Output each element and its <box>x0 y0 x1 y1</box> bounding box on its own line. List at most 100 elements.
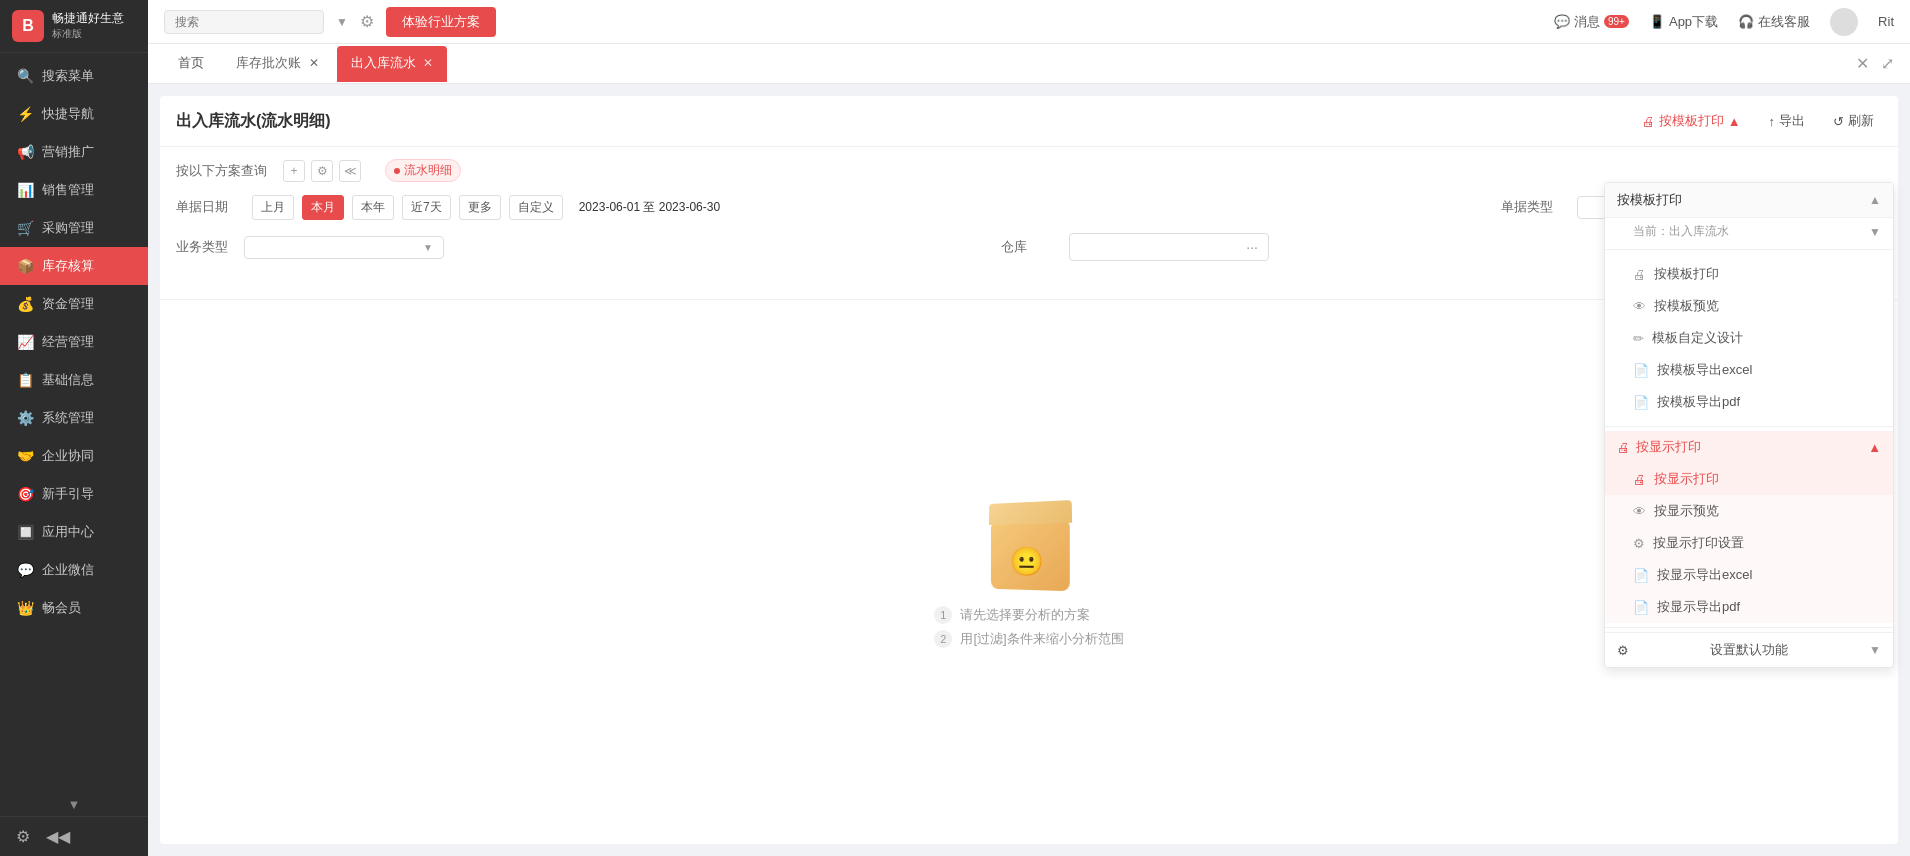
dropdown-collapse-icon[interactable]: ▲ <box>1869 193 1881 207</box>
dropdown-template-pdf-btn[interactable]: 📄 按模板导出pdf <box>1605 386 1893 418</box>
flow-detail-tag[interactable]: 流水明细 <box>385 159 461 182</box>
display-print-section-header[interactable]: 🖨 按显示打印 ▲ <box>1605 431 1893 463</box>
dropdown-display-excel-btn[interactable]: 📄 按显示导出excel <box>1605 559 1893 591</box>
sidebar-item-basic-info[interactable]: 📋 基础信息 <box>0 361 148 399</box>
print-dropdown-panel: 按模板打印 ▲ 当前：出入库流水 ▼ 🖨 按模板打印 👁 按模板预览 <box>1604 182 1894 668</box>
warehouse-more-icon[interactable]: ··· <box>1246 239 1258 255</box>
tab-inout-flow[interactable]: 出入库流水 ✕ <box>337 46 448 82</box>
date-last-month-button[interactable]: 上月 <box>252 195 294 220</box>
sidebar-item-cooperation[interactable]: 🤝 企业协同 <box>0 437 148 475</box>
collapse-filter-button[interactable]: ≪ <box>339 160 361 182</box>
settings-bottom-icon[interactable]: ⚙ <box>16 827 30 846</box>
sidebar-item-sales[interactable]: 📊 销售管理 <box>0 171 148 209</box>
printer-icon: 🖨 <box>1642 114 1655 129</box>
money-icon: 💰 <box>16 296 34 312</box>
template-preview-item-label: 按模板预览 <box>1654 297 1719 315</box>
clipboard-icon: 📋 <box>16 372 34 388</box>
sidebar-item-guide[interactable]: 🎯 新手引导 <box>0 475 148 513</box>
refresh-button[interactable]: ↺ 刷新 <box>1825 108 1882 134</box>
dropdown-template-excel-btn[interactable]: 📄 按模板导出excel <box>1605 354 1893 386</box>
sidebar-item-wechat[interactable]: 💬 企业微信 <box>0 551 148 589</box>
empty-tips: 1 请先选择要分析的方案 2 用[过滤]条件来缩小分析范围 <box>934 606 1123 654</box>
topbar-dropdown-arrow[interactable]: ▼ <box>336 15 348 29</box>
dropdown-display-preview-btn[interactable]: 👁 按显示预览 <box>1605 495 1893 527</box>
headset-icon: 🎧 <box>1738 14 1754 29</box>
date-last-7-days-button[interactable]: 近7天 <box>402 195 451 220</box>
export-label: 导出 <box>1779 112 1805 130</box>
main-content: ▼ ⚙ 体验行业方案 💬 消息 99+ 📱 App下载 🎧 在线客服 Rit 首… <box>148 0 1910 856</box>
flow-tag-label: 流水明细 <box>404 162 452 179</box>
date-more-button[interactable]: 更多 <box>459 195 501 220</box>
megaphone-icon: 📢 <box>16 144 34 160</box>
printer-display-icon: 🖨 <box>1633 472 1646 487</box>
dropdown-divider-3 <box>1605 627 1893 628</box>
date-this-month-button[interactable]: 本月 <box>302 195 344 220</box>
tab-inventory-batch[interactable]: 库存批次账 ✕ <box>222 46 333 82</box>
business-type-arrow: ▼ <box>423 242 433 253</box>
warehouse-select[interactable]: ··· <box>1069 233 1269 261</box>
add-filter-button[interactable]: + <box>283 160 305 182</box>
dropdown-display-pdf-btn[interactable]: 📄 按显示导出pdf <box>1605 591 1893 623</box>
industry-solution-button[interactable]: 体验行业方案 <box>386 7 496 37</box>
sidebar-item-search[interactable]: 🔍 搜索菜单 <box>0 57 148 95</box>
collapse-sidebar-icon[interactable]: ◀◀ <box>46 827 70 846</box>
dropdown-template-preview-btn[interactable]: 👁 按模板预览 <box>1605 290 1893 322</box>
current-chevron-icon: ▼ <box>1869 225 1881 239</box>
sidebar-item-vip[interactable]: 👑 畅会员 <box>0 589 148 627</box>
dropdown-template-print-btn[interactable]: 🖨 按模板打印 <box>1605 258 1893 290</box>
sidebar-item-apps[interactable]: 🔲 应用中心 <box>0 513 148 551</box>
sidebar-item-label: 基础信息 <box>42 371 94 389</box>
online-service-button[interactable]: 🎧 在线客服 <box>1738 13 1810 31</box>
message-badge: 99+ <box>1604 15 1629 28</box>
app-download-button[interactable]: 📱 App下载 <box>1649 13 1718 31</box>
dropdown-display-print-settings-btn[interactable]: ⚙ 按显示打印设置 <box>1605 527 1893 559</box>
topbar-gear-icon[interactable]: ⚙ <box>360 12 374 31</box>
gear-icon: ⚙️ <box>16 410 34 426</box>
sidebar-item-inventory[interactable]: 📦 库存核算 <box>0 247 148 285</box>
sidebar-scroll-down[interactable]: ▼ <box>0 793 148 816</box>
config-filter-button[interactable]: ⚙ <box>311 160 333 182</box>
dropdown-footer[interactable]: ⚙ 设置默认功能 ▼ <box>1605 632 1893 667</box>
eye-template-icon: 👁 <box>1633 299 1646 314</box>
sidebar-item-quick-nav[interactable]: ⚡ 快捷导航 <box>0 95 148 133</box>
empty-illustration: 😐 <box>979 490 1079 590</box>
display-print-section-icon: 🖨 <box>1617 440 1630 455</box>
set-default-label: 设置默认功能 <box>1710 641 1788 659</box>
expand-window-icon[interactable]: ⤢ <box>1881 54 1894 73</box>
display-print-settings-item-label: 按显示打印设置 <box>1653 534 1744 552</box>
trend-icon: 📈 <box>16 334 34 350</box>
message-button[interactable]: 💬 消息 99+ <box>1554 13 1629 31</box>
date-this-year-button[interactable]: 本年 <box>352 195 394 220</box>
dropdown-display-print-btn[interactable]: 🖨 按显示打印 <box>1605 463 1893 495</box>
close-window-icon[interactable]: ✕ <box>1856 54 1869 73</box>
template-print-item-label: 按模板打印 <box>1654 265 1719 283</box>
sidebar-item-system[interactable]: ⚙️ 系统管理 <box>0 399 148 437</box>
dropdown-current-row: 当前：出入库流水 ▼ <box>1605 218 1893 245</box>
sidebar-nav: 🔍 搜索菜单 ⚡ 快捷导航 📢 营销推广 📊 销售管理 🛒 采购管理 📦 库存核… <box>0 53 148 793</box>
topbar-search-input[interactable] <box>164 10 324 34</box>
sidebar-item-label: 销售管理 <box>42 181 94 199</box>
dropdown-template-custom-btn[interactable]: ✏ 模板自定义设计 <box>1605 322 1893 354</box>
dropdown-header: 按模板打印 ▲ <box>1605 183 1893 218</box>
display-print-collapse-icon[interactable]: ▲ <box>1868 440 1881 455</box>
display-print-section: 🖨 按显示打印 ▲ 🖨 按显示打印 👁 按显示预览 ⚙ 按显示打印设置 <box>1605 431 1893 623</box>
tab-home[interactable]: 首页 <box>164 46 218 82</box>
business-type-select[interactable]: ▼ <box>244 236 444 259</box>
sidebar-item-label: 新手引导 <box>42 485 94 503</box>
export-button[interactable]: ↑ 导出 <box>1761 108 1814 134</box>
tab-inout-flow-close[interactable]: ✕ <box>423 56 433 70</box>
date-custom-button[interactable]: 自定义 <box>509 195 563 220</box>
filter-row-1: 按以下方案查询 + ⚙ ≪ 流水明细 <box>176 159 1882 182</box>
sidebar-item-purchase[interactable]: 🛒 采购管理 <box>0 209 148 247</box>
print-template-button[interactable]: 🖨 按模板打印 ▲ <box>1634 108 1749 134</box>
sidebar-item-operations[interactable]: 📈 经营管理 <box>0 323 148 361</box>
sidebar-item-finance[interactable]: 💰 资金管理 <box>0 285 148 323</box>
tab-inventory-batch-close[interactable]: ✕ <box>309 56 319 70</box>
current-template-label: 当前：出入库流水 <box>1633 223 1729 240</box>
edit-template-icon: ✏ <box>1633 331 1644 346</box>
sidebar-item-marketing[interactable]: 📢 营销推广 <box>0 133 148 171</box>
page-title: 出入库流水(流水明细) <box>176 111 331 132</box>
user-avatar[interactable] <box>1830 8 1858 36</box>
crown-icon: 👑 <box>16 600 34 616</box>
message-icon: 💬 <box>1554 14 1570 29</box>
